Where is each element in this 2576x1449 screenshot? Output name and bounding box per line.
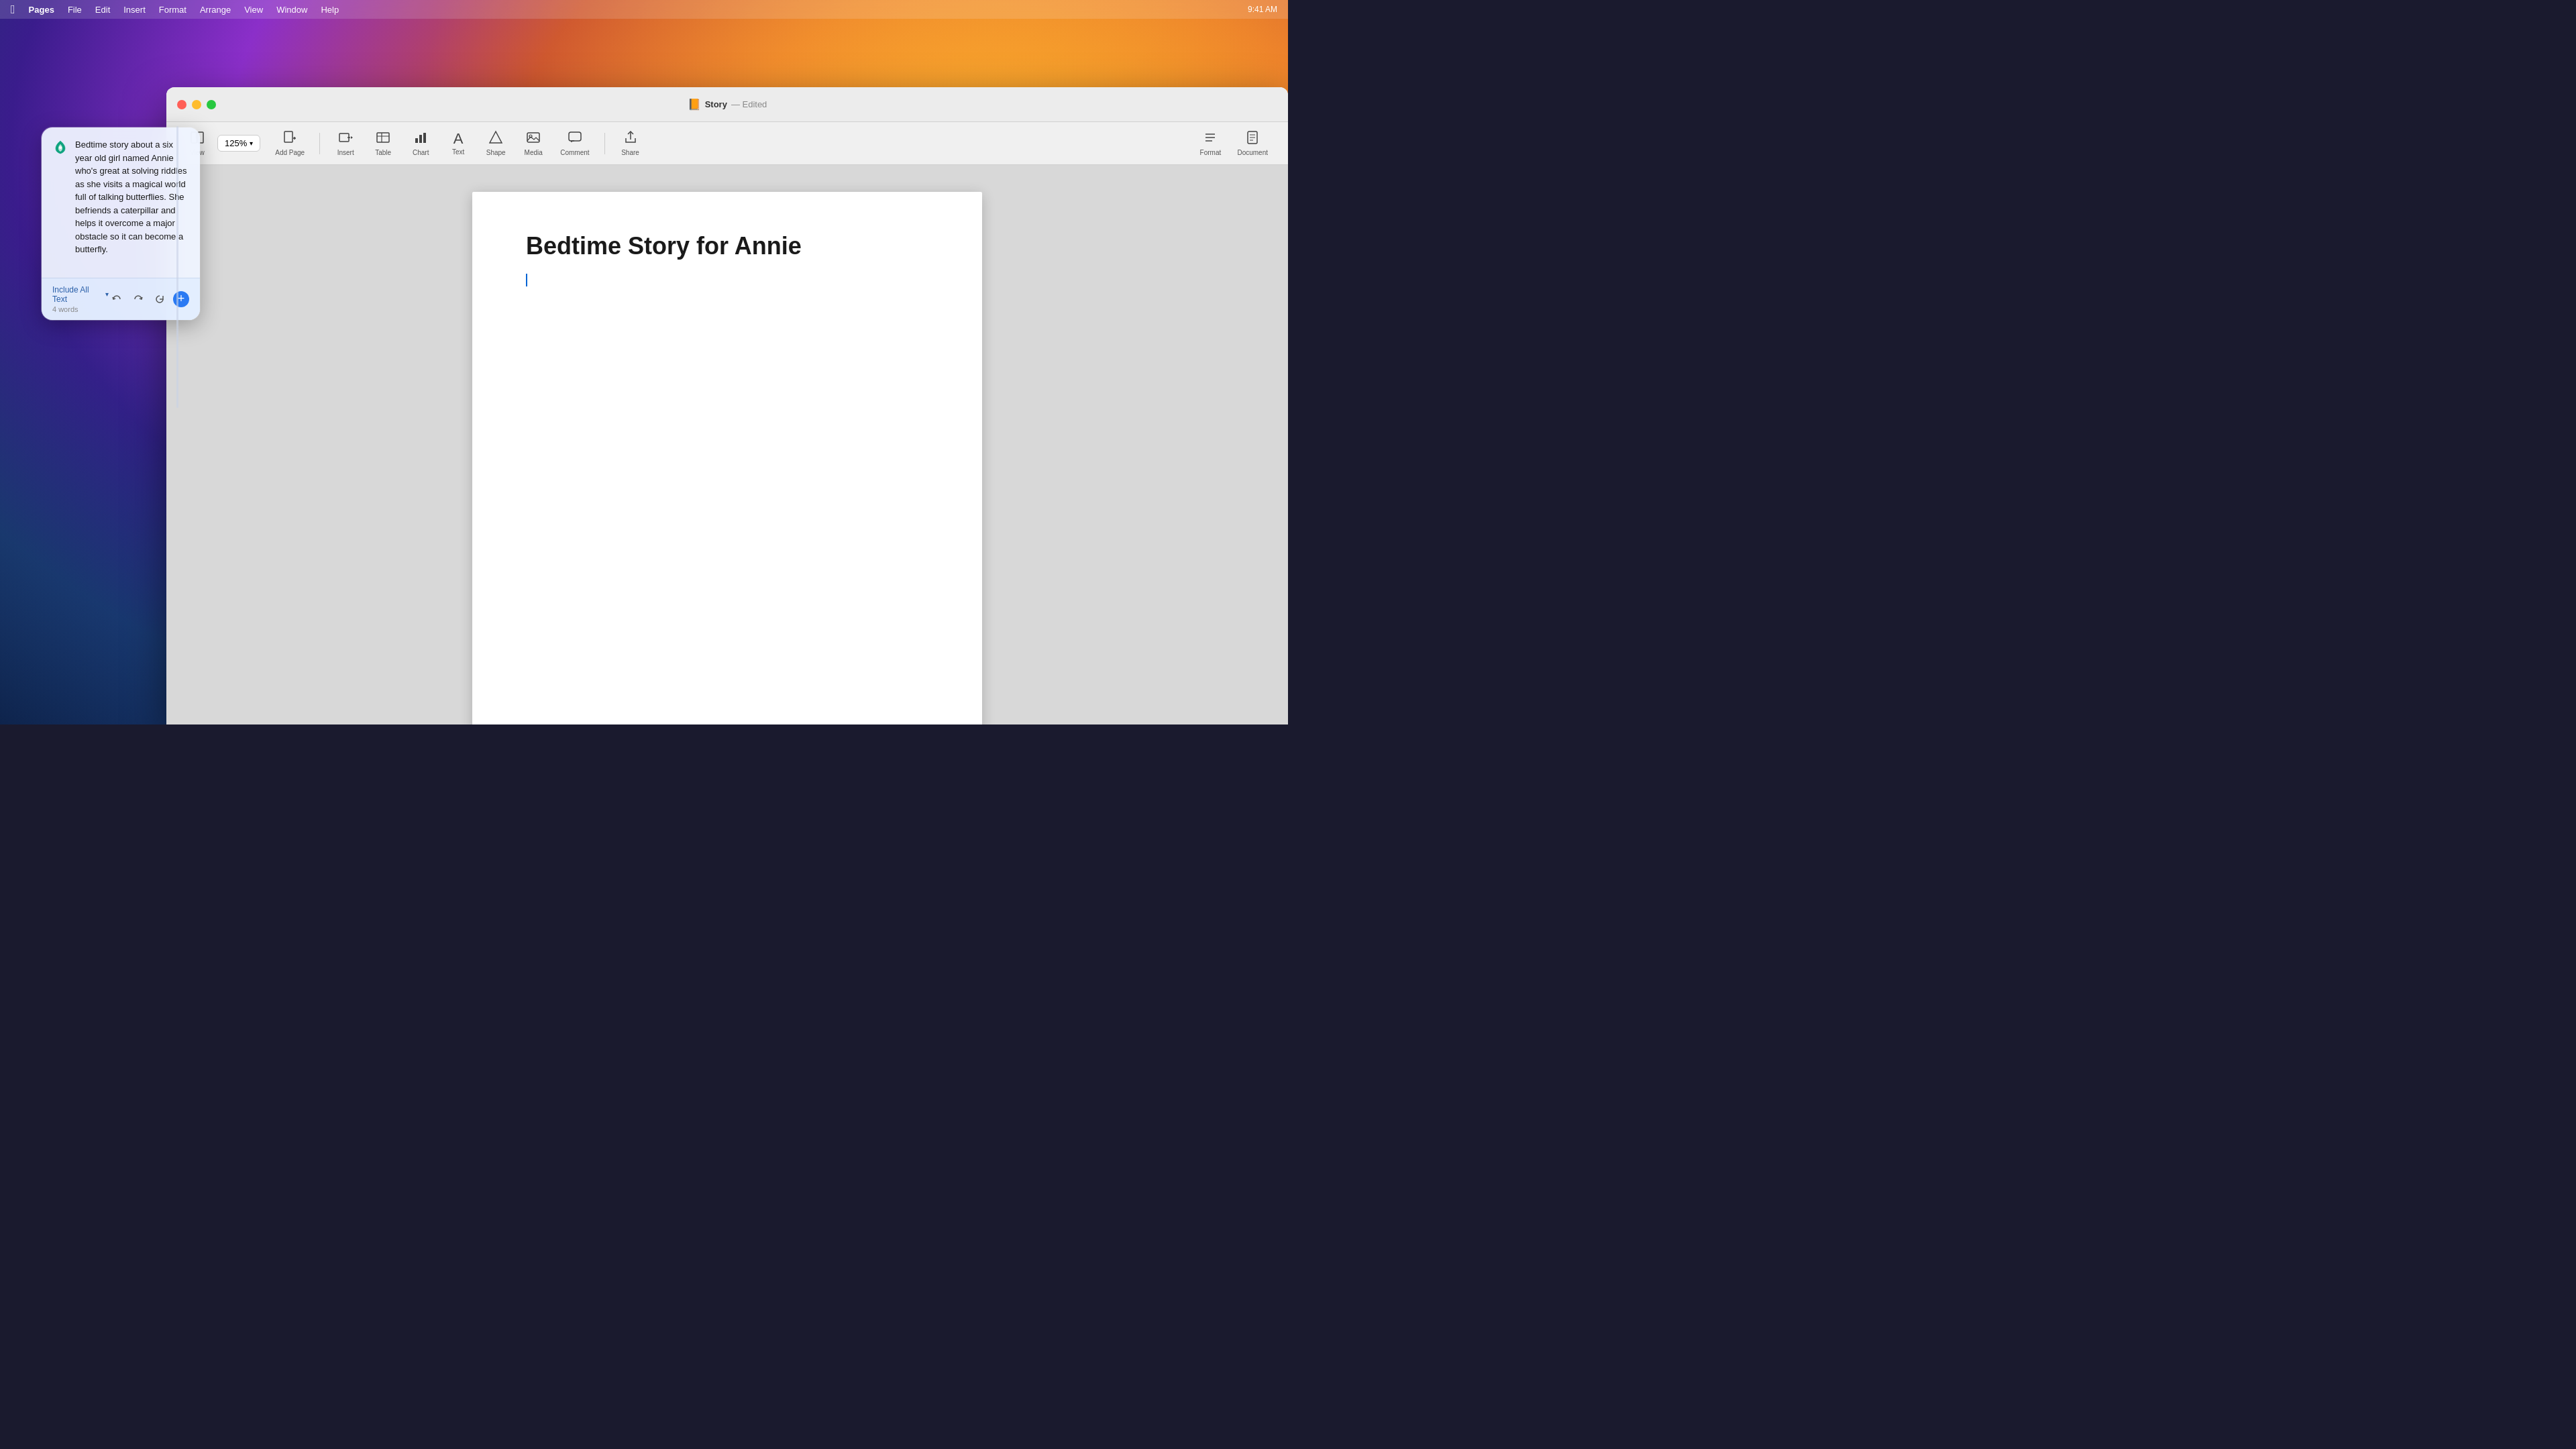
toolbar-insert-button[interactable]: Insert (328, 126, 363, 160)
document-label: Document (1237, 149, 1268, 156)
undo-button[interactable] (109, 291, 125, 307)
toolbar-table-button[interactable]: Table (366, 126, 400, 160)
menubar-right: 9:41 AM (1248, 5, 1277, 14)
document-page[interactable]: Bedtime Story for Annie (472, 192, 982, 724)
toolbar: View 125% ▾ Add Page (166, 122, 1288, 165)
comment-icon (568, 130, 582, 147)
document-title: Story (705, 99, 727, 109)
word-count-badge: 4 words (52, 305, 109, 313)
svg-rect-13 (423, 133, 426, 143)
add-icon: + (178, 292, 185, 305)
add-to-document-button[interactable]: + (173, 291, 189, 307)
media-icon (526, 130, 541, 147)
pages-window: 📙 Story — Edited View 125% ▾ (166, 87, 1288, 724)
toolbar-text-button[interactable]: A Text (441, 127, 476, 160)
add-page-label: Add Page (275, 149, 305, 156)
panel-divider-line (176, 126, 178, 408)
text-cursor (526, 274, 527, 286)
menu-help[interactable]: Help (321, 5, 339, 15)
chart-label: Chart (413, 149, 429, 156)
menu-file[interactable]: File (68, 5, 82, 15)
include-label-text: Include All Text (52, 285, 103, 304)
insert-label: Insert (337, 149, 354, 156)
zoom-value: 125% (225, 138, 247, 148)
toolbar-shape-button[interactable]: Shape (478, 126, 513, 160)
table-icon (376, 130, 390, 147)
zoom-chevron-icon: ▾ (250, 140, 253, 147)
zoom-control[interactable]: 125% ▾ (217, 135, 260, 152)
menu-window[interactable]: Window (276, 5, 307, 15)
share-icon (623, 130, 638, 147)
menu-view[interactable]: View (244, 5, 263, 15)
toolbar-chart-button[interactable]: Chart (403, 126, 438, 160)
document-icon: 📙 (688, 98, 701, 111)
svg-rect-17 (569, 132, 581, 141)
svg-rect-12 (419, 135, 422, 143)
menu-format[interactable]: Format (159, 5, 186, 15)
svg-point-26 (59, 146, 62, 149)
toolbar-right: Format Document (1193, 126, 1275, 160)
toolbar-add-page-button[interactable]: Add Page (268, 126, 311, 160)
redo-button[interactable] (130, 291, 146, 307)
document-toolbar-icon (1245, 130, 1260, 147)
ai-prompt-text[interactable]: Bedtime story about a six year old girl … (75, 138, 189, 256)
ai-prompt-area: Bedtime story about a six year old girl … (52, 138, 189, 256)
window-titlebar: 📙 Story — Edited (166, 87, 1288, 122)
svg-rect-8 (377, 133, 389, 142)
menubar:  Pages File Edit Insert Format Arrange … (0, 0, 1288, 19)
svg-marker-14 (490, 131, 502, 143)
media-label: Media (525, 149, 543, 156)
svg-marker-7 (351, 136, 353, 139)
menu-pages[interactable]: Pages (29, 5, 54, 15)
shape-label: Shape (486, 149, 506, 156)
menu-edit[interactable]: Edit (95, 5, 110, 15)
document-body[interactable] (526, 274, 928, 287)
toolbar-separator-2 (604, 133, 605, 154)
menu-insert[interactable]: Insert (123, 5, 146, 15)
format-icon (1203, 130, 1218, 147)
toolbar-document-button[interactable]: Document (1230, 126, 1275, 160)
maximize-button[interactable] (207, 100, 216, 109)
table-label: Table (375, 149, 391, 156)
apple-menu[interactable]:  (11, 3, 15, 17)
format-label: Format (1200, 149, 1222, 156)
chart-icon (413, 130, 428, 147)
traffic-lights (177, 100, 216, 109)
share-label: Share (621, 149, 639, 156)
close-button[interactable] (177, 100, 186, 109)
toolbar-comment-button[interactable]: Comment (553, 126, 596, 160)
toolbar-separator-1 (319, 133, 320, 154)
ai-logo-icon (52, 140, 68, 156)
document-edited-status: — Edited (731, 99, 767, 109)
toolbar-media-button[interactable]: Media (516, 126, 551, 160)
menu-arrange[interactable]: Arrange (200, 5, 231, 15)
document-title-heading: Bedtime Story for Annie (526, 232, 928, 260)
svg-rect-2 (284, 131, 292, 142)
minimize-button[interactable] (192, 100, 201, 109)
svg-rect-5 (339, 133, 349, 142)
ai-footer-left: Include All Text ▾ 4 words (52, 285, 109, 313)
shape-icon (488, 130, 503, 147)
toolbar-format-button[interactable]: Format (1193, 126, 1228, 160)
window-title: 📙 Story — Edited (688, 98, 767, 111)
text-toolbar-icon: A (453, 131, 464, 146)
text-label: Text (452, 148, 464, 156)
menubar-clock: 9:41 AM (1248, 5, 1277, 14)
svg-rect-15 (527, 133, 539, 142)
add-page-icon (282, 130, 297, 147)
refresh-button[interactable] (152, 291, 168, 307)
include-all-text-toggle[interactable]: Include All Text ▾ (52, 285, 109, 304)
comment-label: Comment (560, 149, 589, 156)
document-area[interactable]: Bedtime Story for Annie (166, 165, 1288, 724)
toolbar-share-button[interactable]: Share (613, 126, 648, 160)
insert-icon (338, 130, 353, 147)
svg-rect-11 (415, 138, 418, 143)
